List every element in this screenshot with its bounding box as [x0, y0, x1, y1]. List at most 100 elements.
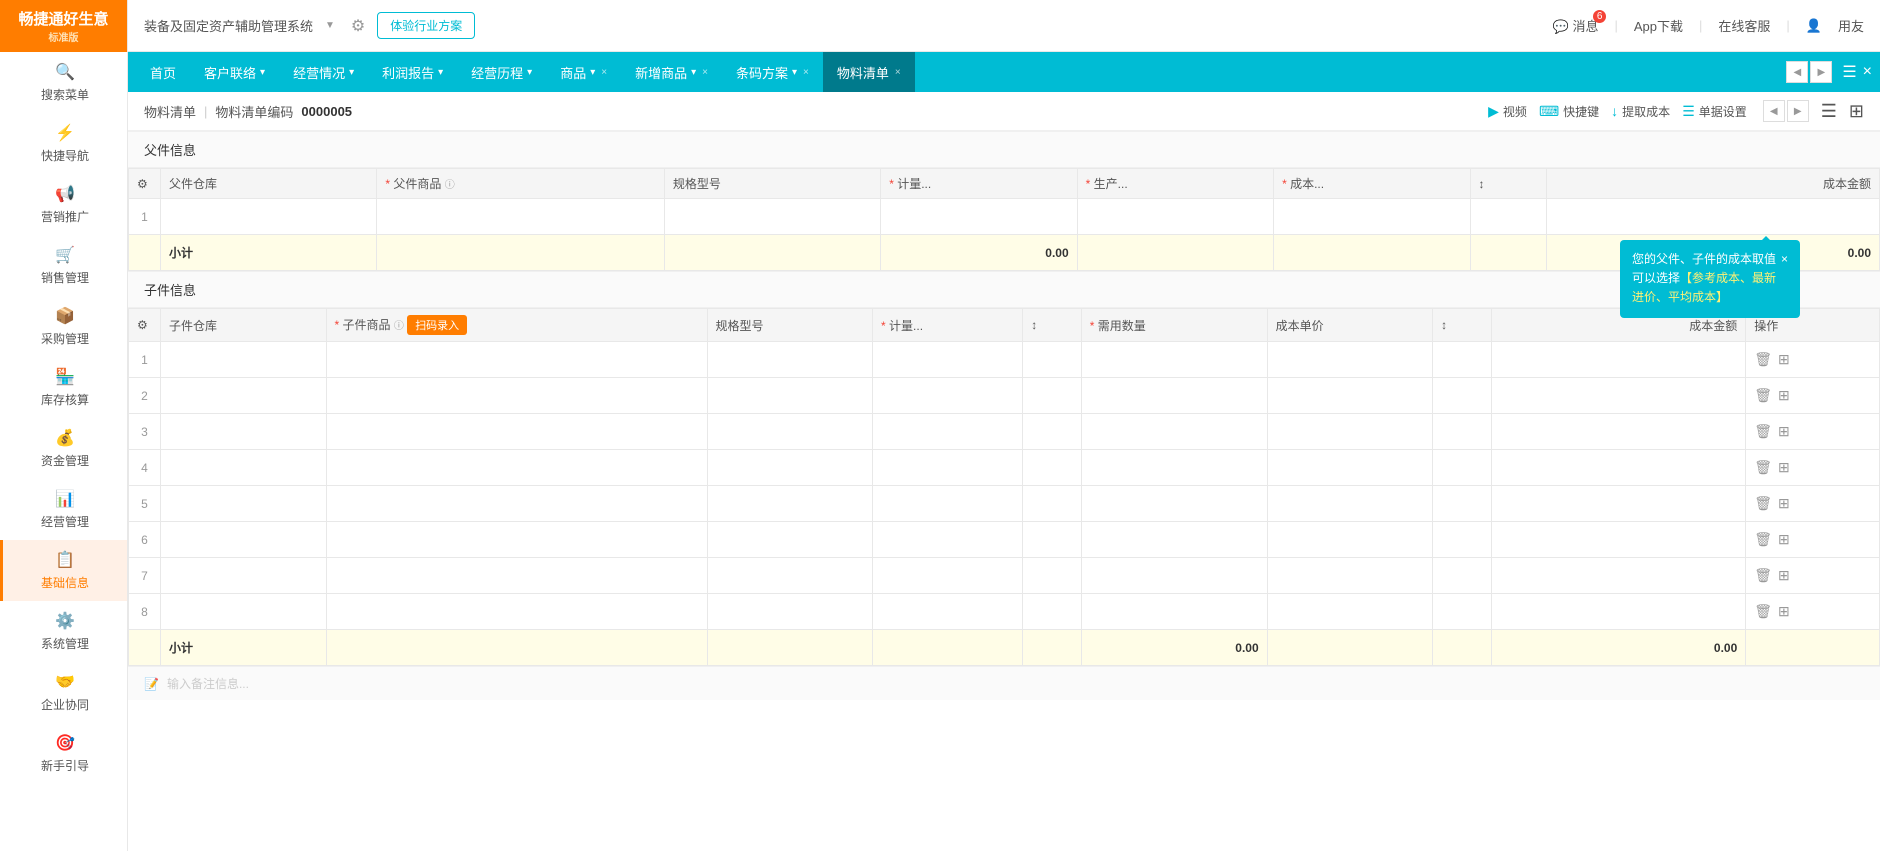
extract-cost-button[interactable]: ↓ 提取成本 [1611, 103, 1670, 120]
tab-close-all-icon[interactable]: × [1863, 63, 1872, 81]
parent-cell-produce[interactable] [1077, 199, 1273, 235]
sidebar-item-guide[interactable]: 🎯 新手引导 [0, 723, 127, 784]
child-cell-unit[interactable] [873, 486, 1023, 522]
single-setting-button[interactable]: ☰ 单据设置 [1682, 103, 1747, 120]
child-cell-spec[interactable] [707, 594, 873, 630]
child-cell-unit-price[interactable] [1267, 558, 1433, 594]
child-cell-qty[interactable] [1081, 558, 1267, 594]
parent-cell-spec[interactable] [664, 199, 880, 235]
breadcrumb-bom[interactable]: 物料清单 [144, 102, 196, 121]
child-cell-unit[interactable] [873, 450, 1023, 486]
child-cell-unit-price[interactable] [1267, 486, 1433, 522]
parent-cell-product[interactable] [377, 199, 664, 235]
grid-view-icon[interactable]: ⊞ [1849, 101, 1864, 122]
sidebar-item-sales[interactable]: 🛒 销售管理 [0, 235, 127, 296]
child-cell-warehouse[interactable] [161, 342, 327, 378]
tab-bom-close-icon[interactable]: × [895, 67, 901, 78]
copy-icon[interactable]: ⊞ [1778, 531, 1790, 548]
child-cell-warehouse[interactable] [161, 558, 327, 594]
child-cell-warehouse[interactable] [161, 594, 327, 630]
child-cell-product[interactable] [326, 486, 707, 522]
content-prev-arrow[interactable]: ◀ [1763, 100, 1785, 122]
tab-goods[interactable]: 商品 ▾ × [546, 52, 621, 92]
sidebar-item-inventory[interactable]: 🏪 库存核算 [0, 357, 127, 418]
tooltip-close-button[interactable]: × [1781, 250, 1788, 269]
child-cell-spec[interactable] [707, 450, 873, 486]
delete-icon[interactable]: 🗑 [1754, 567, 1772, 584]
delete-icon[interactable]: 🗑 [1754, 495, 1772, 512]
settings-icon[interactable]: ⚙ [351, 16, 365, 36]
child-cell-spec[interactable] [707, 342, 873, 378]
child-cell-warehouse[interactable] [161, 414, 327, 450]
app-download-link[interactable]: App下载 [1634, 16, 1683, 35]
child-cell-product[interactable] [326, 414, 707, 450]
child-cell-product[interactable] [326, 342, 707, 378]
content-next-arrow[interactable]: ▶ [1787, 100, 1809, 122]
child-cell-spec[interactable] [707, 558, 873, 594]
child-cell-unit[interactable] [873, 558, 1023, 594]
sidebar-item-marketing[interactable]: 📢 营销推广 [0, 174, 127, 235]
tabs-menu-icon[interactable]: ☰ [1842, 62, 1856, 82]
sidebar-item-search[interactable]: 🔍 搜索菜单 [0, 52, 127, 113]
tab-prev-arrow[interactable]: ◀ [1786, 61, 1808, 83]
tab-history[interactable]: 经营历程 ▾ [457, 52, 546, 92]
child-cell-spec[interactable] [707, 378, 873, 414]
parent-col-settings[interactable]: ⚙ [129, 169, 161, 199]
delete-icon[interactable]: 🗑 [1754, 603, 1772, 620]
child-cell-product[interactable] [326, 522, 707, 558]
sidebar-item-operations[interactable]: 📊 经营管理 [0, 479, 127, 540]
parent-cell-cost[interactable] [1274, 199, 1470, 235]
note-placeholder[interactable]: 输入备注信息... [167, 675, 249, 692]
child-cell-unit[interactable] [873, 594, 1023, 630]
child-cell-unit[interactable] [873, 414, 1023, 450]
child-cell-spec[interactable] [707, 414, 873, 450]
parent-cell-warehouse[interactable] [161, 199, 377, 235]
child-cell-unit-price[interactable] [1267, 594, 1433, 630]
child-cell-unit[interactable] [873, 378, 1023, 414]
child-cell-qty[interactable] [1081, 522, 1267, 558]
child-cell-warehouse[interactable] [161, 378, 327, 414]
tab-goods-close-icon[interactable]: × [601, 67, 607, 78]
message-button[interactable]: 💬 6 消息 [1553, 16, 1599, 35]
copy-icon[interactable]: ⊞ [1778, 459, 1790, 476]
online-service-link[interactable]: 在线客服 [1718, 16, 1770, 35]
sidebar-item-finance[interactable]: 💰 资金管理 [0, 418, 127, 479]
sidebar-item-quick-nav[interactable]: ⚡ 快捷导航 [0, 113, 127, 174]
child-cell-product[interactable] [326, 558, 707, 594]
child-cell-unit[interactable] [873, 342, 1023, 378]
copy-icon[interactable]: ⊞ [1778, 387, 1790, 404]
sidebar-item-system[interactable]: ⚙️ 系统管理 [0, 601, 127, 662]
child-cell-warehouse[interactable] [161, 522, 327, 558]
child-cell-unit-price[interactable] [1267, 522, 1433, 558]
tab-barcode[interactable]: 条码方案 ▾ × [722, 52, 823, 92]
list-view-icon[interactable]: ☰ [1821, 101, 1837, 122]
child-cell-product[interactable] [326, 594, 707, 630]
tab-barcode-close-icon[interactable]: × [803, 67, 809, 78]
child-cell-spec[interactable] [707, 486, 873, 522]
scan-button[interactable]: 扫码录入 [407, 315, 467, 335]
child-cell-spec[interactable] [707, 522, 873, 558]
trial-button[interactable]: 体验行业方案 [377, 12, 475, 39]
parent-cell-unit[interactable] [881, 199, 1077, 235]
child-col-settings[interactable]: ⚙ [129, 309, 161, 342]
delete-icon[interactable]: 🗑 [1754, 423, 1772, 440]
child-cell-qty[interactable] [1081, 342, 1267, 378]
delete-icon[interactable]: 🗑 [1754, 351, 1772, 368]
copy-icon[interactable]: ⊞ [1778, 567, 1790, 584]
copy-icon[interactable]: ⊞ [1778, 495, 1790, 512]
tab-profit[interactable]: 利润报告 ▾ [368, 52, 457, 92]
child-cell-unit-price[interactable] [1267, 342, 1433, 378]
tab-add-goods-close-icon[interactable]: × [702, 67, 708, 78]
copy-icon[interactable]: ⊞ [1778, 603, 1790, 620]
delete-icon[interactable]: 🗑 [1754, 387, 1772, 404]
child-cell-qty[interactable] [1081, 378, 1267, 414]
tab-operations[interactable]: 经营情况 ▾ [279, 52, 368, 92]
sidebar-item-purchase[interactable]: 📦 采购管理 [0, 296, 127, 357]
delete-icon[interactable]: 🗑 [1754, 531, 1772, 548]
delete-icon[interactable]: 🗑 [1754, 459, 1772, 476]
child-cell-warehouse[interactable] [161, 486, 327, 522]
tab-next-arrow[interactable]: ▶ [1810, 61, 1832, 83]
tab-add-goods[interactable]: 新增商品 ▾ × [621, 52, 722, 92]
video-button[interactable]: ▶ 视频 [1488, 103, 1527, 120]
child-cell-qty[interactable] [1081, 414, 1267, 450]
